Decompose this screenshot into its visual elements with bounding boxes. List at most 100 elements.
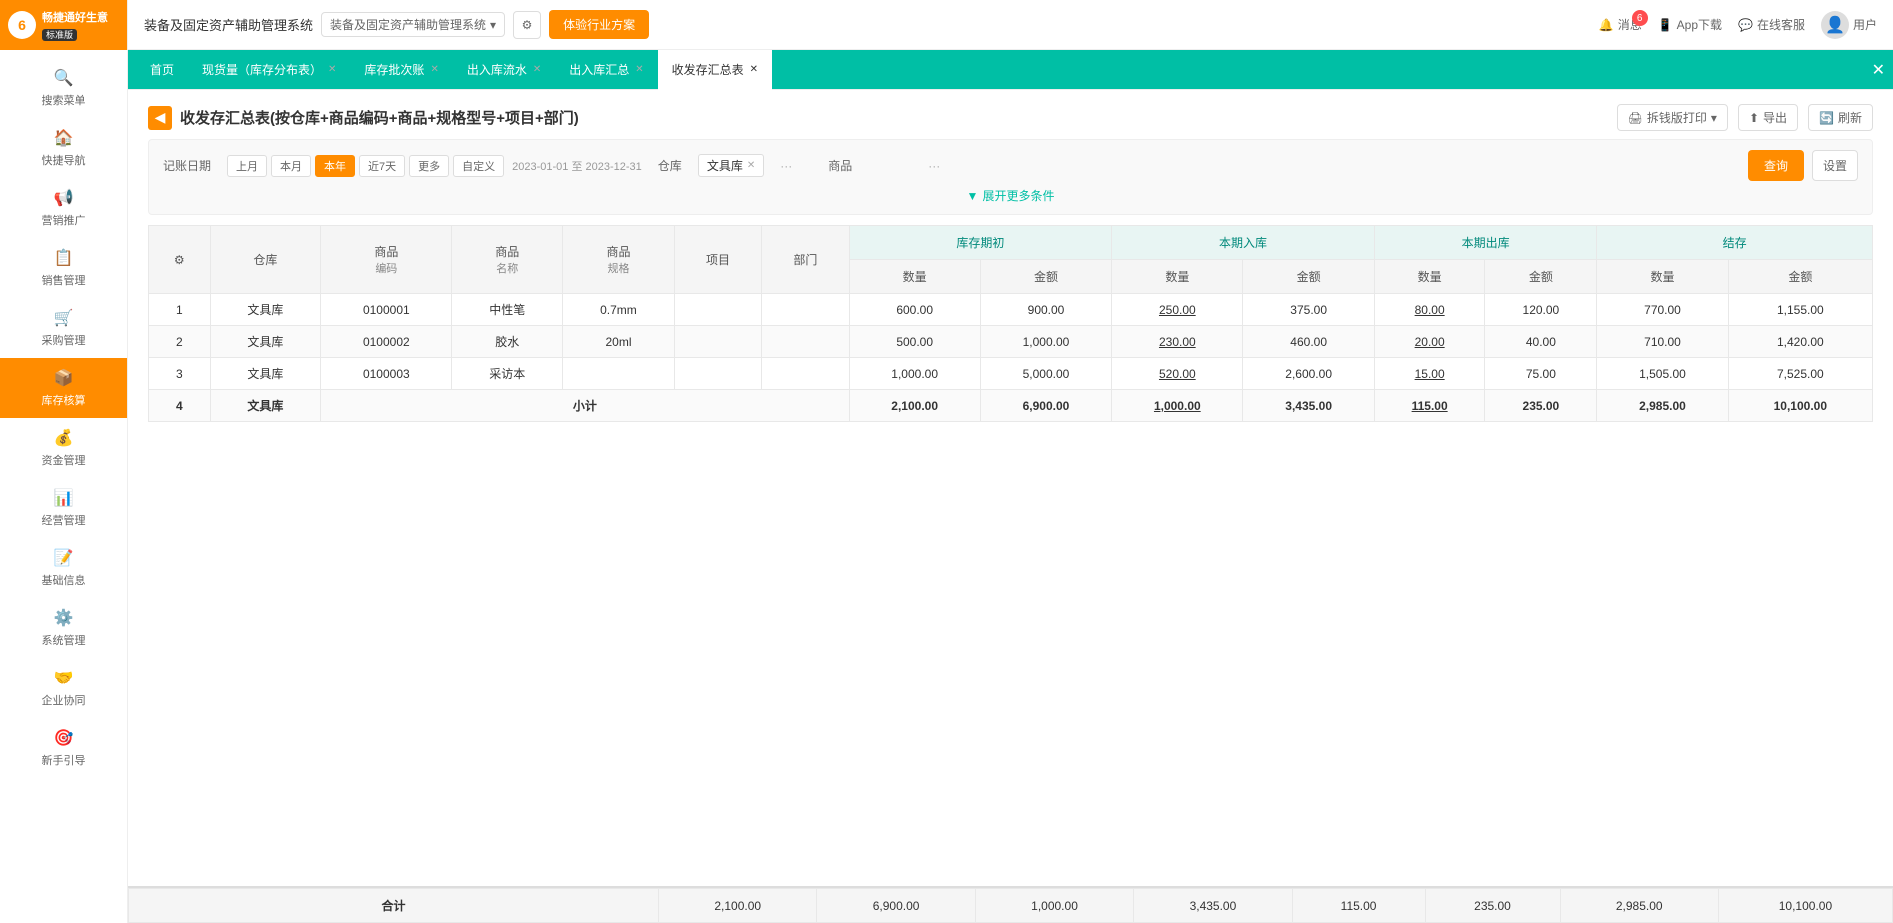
- tab-inout-flow[interactable]: 出入库流水 ✕: [453, 50, 555, 90]
- tab-inout-summary[interactable]: 出入库汇总 ✕: [555, 50, 657, 90]
- row-init-qty: 600.00: [849, 294, 980, 326]
- subtotal-init-qty: 2,100.00: [849, 390, 980, 422]
- subtotal-warehouse: 文具库: [210, 390, 321, 422]
- warehouse-filter-tag: 文具库 ✕: [698, 154, 764, 177]
- date-btn-this-year[interactable]: 本年: [315, 155, 355, 177]
- row-in-qty[interactable]: 520.00: [1112, 358, 1243, 390]
- goods-more-btn[interactable]: ···: [928, 159, 940, 173]
- online-service-button[interactable]: 💬 在线客服: [1738, 16, 1805, 33]
- user-menu[interactable]: 👤 用户: [1821, 11, 1877, 39]
- subtotal-bal-qty: 2,985.00: [1597, 390, 1728, 422]
- operations-icon: 📊: [54, 488, 74, 508]
- row-in-qty[interactable]: 250.00: [1112, 294, 1243, 326]
- in-qty-link[interactable]: 230.00: [1159, 335, 1196, 349]
- tab-inventory-dist[interactable]: 现货量（库存分布表） ✕: [188, 50, 350, 90]
- row-init-amt: 900.00: [980, 294, 1111, 326]
- logo-text: 畅捷通好生意 标准版: [42, 9, 108, 41]
- row-num: 2: [149, 326, 211, 358]
- th-out-stock: 本期出库: [1374, 226, 1597, 260]
- row-out-qty[interactable]: 80.00: [1374, 294, 1485, 326]
- th-in-qty: 数量: [1112, 260, 1243, 294]
- sidebar-item-label: 企业协同: [42, 692, 86, 708]
- sidebar-item-purchase[interactable]: 🛒 采购管理: [0, 298, 127, 358]
- sidebar-item-basic[interactable]: 📝 基础信息: [0, 538, 127, 598]
- notification-button[interactable]: 🔔 6 6 消息: [1599, 16, 1642, 33]
- print-button[interactable]: 🖨 拆钱版打印 ▾: [1617, 104, 1728, 131]
- th-init-amt: 金额: [980, 260, 1111, 294]
- sidebar-item-label: 资金管理: [42, 452, 86, 468]
- date-btn-this-month[interactable]: 本月: [271, 155, 311, 177]
- tab-close-inout-summary[interactable]: ✕: [635, 64, 643, 75]
- enterprise-icon: 🤝: [54, 668, 74, 688]
- sidebar: 6 畅捷通好生意 标准版 🔍 搜索菜单 🏠 快捷导航 📢 营销推广 📋: [0, 0, 128, 923]
- try-solution-button[interactable]: 体验行业方案: [549, 10, 649, 39]
- expand-more-conditions-button[interactable]: ▼ 展开更多条件: [967, 187, 1055, 204]
- subtotal-label: 小计: [321, 390, 849, 422]
- subtotal-in-qty[interactable]: 1,000.00: [1112, 390, 1243, 422]
- sidebar-item-inventory[interactable]: 📦 库存核算: [0, 358, 127, 418]
- sidebar-item-search[interactable]: 🔍 搜索菜单: [0, 58, 127, 118]
- row-out-amt: 40.00: [1485, 326, 1597, 358]
- sidebar-item-label: 新手引导: [42, 752, 86, 768]
- out-qty-link[interactable]: 20.00: [1415, 335, 1445, 349]
- tab-close-batch[interactable]: ✕: [430, 64, 438, 75]
- date-btn-custom[interactable]: 自定义: [453, 155, 504, 177]
- row-out-qty[interactable]: 15.00: [1374, 358, 1485, 390]
- row-project: [674, 294, 761, 326]
- th-balance: 结存: [1597, 226, 1873, 260]
- row-out-qty[interactable]: 20.00: [1374, 326, 1485, 358]
- page-collapse-button[interactable]: ◀: [148, 106, 172, 130]
- out-qty-link[interactable]: 15.00: [1415, 367, 1445, 381]
- sidebar-item-marketing[interactable]: 📢 营销推广: [0, 178, 127, 238]
- sidebar-item-sales[interactable]: 📋 销售管理: [0, 238, 127, 298]
- date-btn-last-month[interactable]: 上月: [227, 155, 267, 177]
- subtotal-in-amt: 3,435.00: [1243, 390, 1374, 422]
- system-select[interactable]: 装备及固定资产辅助管理系统 ▾: [321, 12, 505, 37]
- column-setting-button[interactable]: 设置: [1812, 150, 1858, 181]
- close-all-tabs-button[interactable]: ✕: [1872, 60, 1885, 80]
- refresh-button[interactable]: 🔄 刷新: [1808, 104, 1873, 131]
- row-num: 1: [149, 294, 211, 326]
- sidebar-item-newbie[interactable]: 🎯 新手引导: [0, 718, 127, 778]
- query-button[interactable]: 查询: [1748, 150, 1804, 181]
- th-bal-amt: 金额: [1728, 260, 1872, 294]
- subtotal-bal-amt: 10,100.00: [1728, 390, 1872, 422]
- in-qty-link[interactable]: 250.00: [1159, 303, 1196, 317]
- warehouse-tag-remove[interactable]: ✕: [747, 160, 755, 171]
- settings-button[interactable]: ⚙: [513, 11, 541, 39]
- out-qty-link[interactable]: 80.00: [1415, 303, 1445, 317]
- date-label: 记账日期: [163, 157, 211, 174]
- app-download-button[interactable]: 📱 App下载: [1658, 16, 1722, 33]
- subtotal-out-qty-link[interactable]: 115.00: [1412, 399, 1448, 413]
- tab-close-inout-flow[interactable]: ✕: [533, 64, 541, 75]
- tab-home[interactable]: 首页: [136, 50, 188, 90]
- warehouse-more-btn[interactable]: ···: [780, 159, 792, 173]
- sidebar-item-enterprise[interactable]: 🤝 企业协同: [0, 658, 127, 718]
- date-btn-more[interactable]: 更多: [409, 155, 449, 177]
- export-button[interactable]: ⬆ 导出: [1738, 104, 1798, 131]
- sidebar-item-finance[interactable]: 💰 资金管理: [0, 418, 127, 478]
- sidebar-item-quick[interactable]: 🏠 快捷导航: [0, 118, 127, 178]
- newbie-icon: 🎯: [54, 728, 74, 748]
- row-code: 0100001: [321, 294, 452, 326]
- in-qty-link[interactable]: 520.00: [1159, 367, 1196, 381]
- th-warehouse: 仓库: [210, 226, 321, 294]
- tab-close-inventory-dist[interactable]: ✕: [328, 64, 336, 75]
- tab-receive-summary[interactable]: 收发存汇总表 ✕: [658, 50, 772, 90]
- tab-close-receive-summary[interactable]: ✕: [750, 64, 758, 75]
- tab-batch[interactable]: 库存批次账 ✕: [350, 50, 452, 90]
- subtotal-out-qty[interactable]: 115.00: [1374, 390, 1485, 422]
- finance-icon: 💰: [54, 428, 74, 448]
- sidebar-item-operations[interactable]: 📊 经营管理: [0, 478, 127, 538]
- subtotal-in-qty-link[interactable]: 1,000.00: [1154, 399, 1201, 413]
- sidebar-nav: 🔍 搜索菜单 🏠 快捷导航 📢 营销推广 📋 销售管理 🛒 采购管理 📦: [0, 50, 127, 923]
- row-out-amt: 75.00: [1485, 358, 1597, 390]
- sidebar-item-system[interactable]: ⚙️ 系统管理: [0, 598, 127, 658]
- row-in-qty[interactable]: 230.00: [1112, 326, 1243, 358]
- data-table-wrap: ⚙ 仓库 商品编码 商品名称 商品规格 项目 部门 库存期初 本期入库 本期出库: [128, 225, 1893, 422]
- sidebar-logo: 6 畅捷通好生意 标准版: [0, 0, 127, 50]
- expand-icon: ▼: [967, 189, 979, 203]
- filter-bar: 记账日期 上月 本月 本年 近7天 更多 自定义 2023-01-01 至 20…: [148, 139, 1873, 215]
- date-btn-7days[interactable]: 近7天: [359, 155, 405, 177]
- page-header: ◀ 收发存汇总表(按仓库+商品编码+商品+规格型号+项目+部门) 🖨 拆钱版打印…: [128, 90, 1893, 139]
